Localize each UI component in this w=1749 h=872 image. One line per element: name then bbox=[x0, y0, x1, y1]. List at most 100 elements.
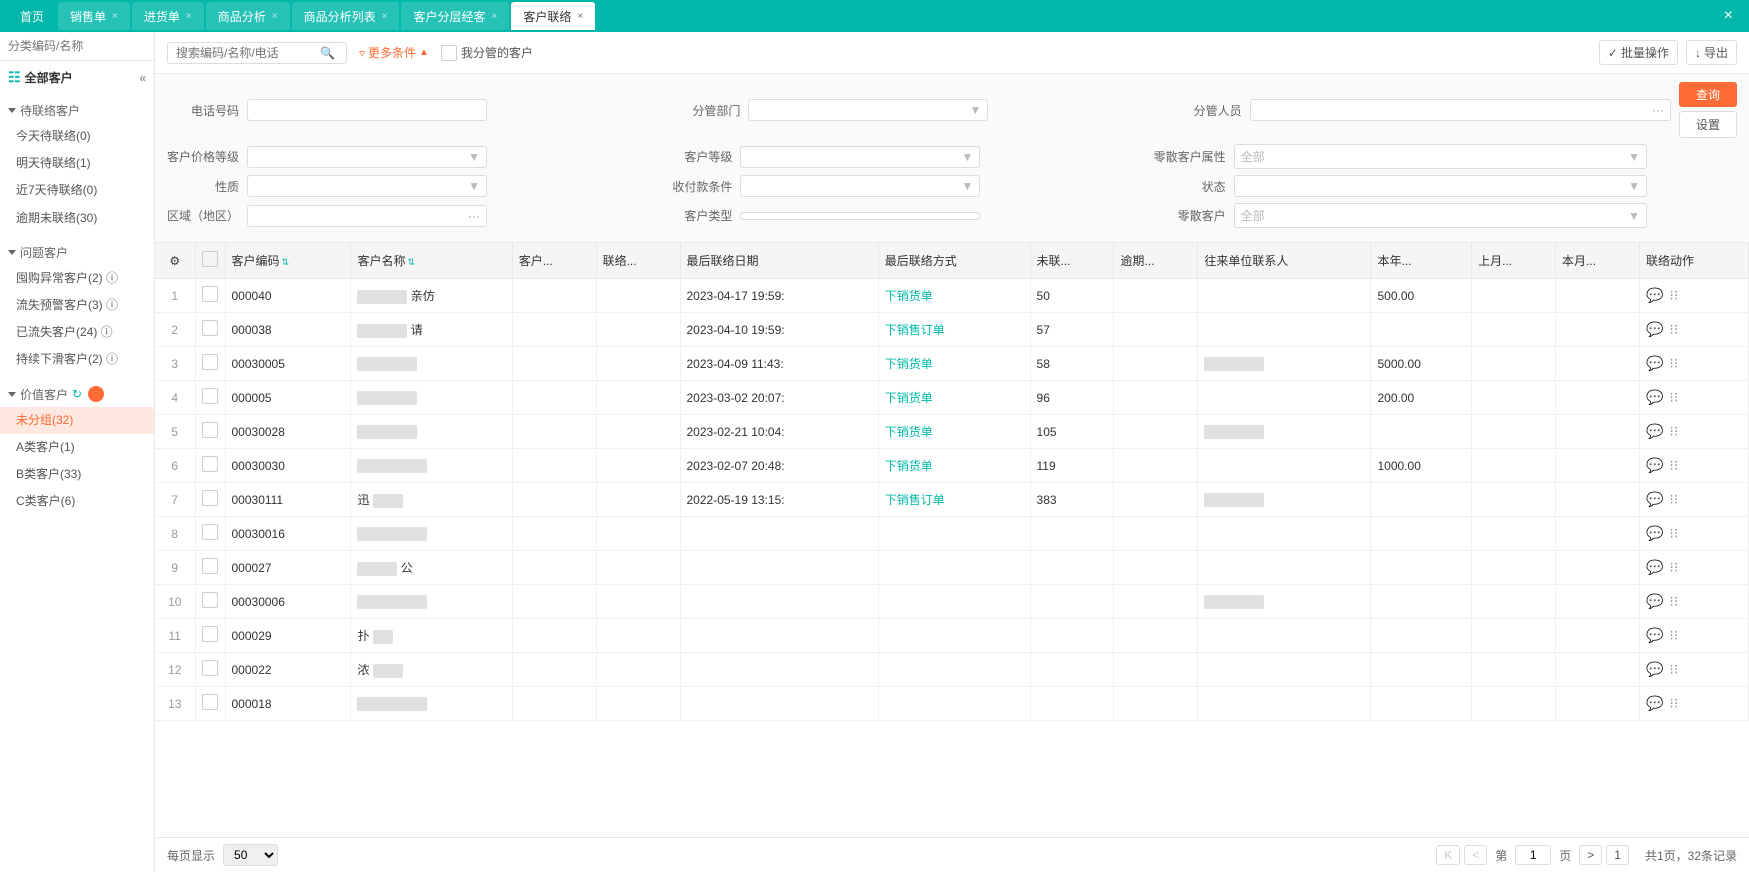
row-last-method[interactable]: 下销货单 bbox=[878, 347, 1030, 381]
sidebar-collapse-btn[interactable]: « bbox=[139, 71, 146, 85]
lastmonth-col-header[interactable]: 上月... bbox=[1472, 243, 1556, 279]
thisyear-col-header[interactable]: 本年... bbox=[1371, 243, 1472, 279]
message-icon[interactable]: 💬 bbox=[1646, 287, 1663, 304]
close-icon[interactable]: × bbox=[112, 11, 118, 22]
row-checkbox[interactable] bbox=[195, 653, 225, 687]
sidebar-section-pending-header[interactable]: 待联络客户 bbox=[0, 98, 154, 123]
grid-icon[interactable]: ⁝⁝ bbox=[1669, 491, 1678, 508]
grid-icon[interactable]: ⁝⁝ bbox=[1669, 525, 1678, 542]
overdue-col-header[interactable]: 逾期... bbox=[1114, 243, 1198, 279]
grid-icon[interactable]: ⁝⁝ bbox=[1669, 593, 1678, 610]
refresh-icon[interactable]: ↻ bbox=[72, 387, 82, 401]
last-method-link[interactable]: 下销货单 bbox=[885, 459, 933, 473]
thismonth-col-header[interactable]: 本月... bbox=[1556, 243, 1640, 279]
sidebar-all-customers[interactable]: ☷ 全部客户 « bbox=[0, 61, 154, 94]
per-page-select[interactable]: 50 100 bbox=[223, 844, 278, 866]
sidebar-item-abnormal[interactable]: 囤购异常客户(2) ⓘ bbox=[0, 265, 154, 292]
sidebar-item-ungrouped[interactable]: 未分组(32) bbox=[0, 407, 154, 434]
row-last-method[interactable] bbox=[878, 551, 1030, 585]
message-icon[interactable]: 💬 bbox=[1646, 525, 1663, 542]
message-icon[interactable]: 💬 bbox=[1646, 627, 1663, 644]
row-last-method[interactable] bbox=[878, 517, 1030, 551]
page-number-input[interactable] bbox=[1515, 845, 1551, 865]
sidebar-item-warning[interactable]: 流失预警客户(3) ⓘ bbox=[0, 292, 154, 319]
sidebar-item-declining[interactable]: 持续下滑客户(2) ⓘ bbox=[0, 346, 154, 373]
next-page-button[interactable]: > bbox=[1579, 845, 1602, 865]
message-icon[interactable]: 💬 bbox=[1646, 661, 1663, 678]
region-select[interactable]: ··· bbox=[247, 205, 487, 227]
row-last-method[interactable]: 下销货单 bbox=[878, 381, 1030, 415]
retail-select[interactable]: 全部 ▼ bbox=[1234, 203, 1647, 228]
more-conditions-button[interactable]: ▿ 更多条件 ▲ bbox=[359, 44, 429, 61]
name-col-header[interactable]: 客户名称⇅ bbox=[351, 243, 512, 279]
code-col-header[interactable]: 客户编码⇅ bbox=[225, 243, 351, 279]
last-page-button[interactable]: 1 bbox=[1606, 845, 1629, 865]
reset-button[interactable]: 设置 bbox=[1679, 111, 1737, 138]
prev-page-button[interactable]: < bbox=[1464, 845, 1487, 865]
grid-icon[interactable]: ⁝⁝ bbox=[1669, 321, 1678, 338]
message-icon[interactable]: 💬 bbox=[1646, 491, 1663, 508]
grid-icon[interactable]: ⁝⁝ bbox=[1669, 287, 1678, 304]
export-button[interactable]: ↓ 导出 bbox=[1686, 40, 1737, 65]
row-checkbox[interactable] bbox=[195, 551, 225, 585]
message-icon[interactable]: 💬 bbox=[1646, 457, 1663, 474]
checkbox-icon[interactable] bbox=[441, 45, 457, 61]
last-method-link[interactable]: 下销货单 bbox=[885, 425, 933, 439]
sidebar-section-value-header[interactable]: 价值客户 ↻ bbox=[0, 382, 154, 407]
last-method-link[interactable]: 下销售订单 bbox=[885, 493, 945, 507]
close-icon[interactable]: × bbox=[577, 11, 583, 22]
sidebar-section-problem-header[interactable]: 问题客户 bbox=[0, 240, 154, 265]
sidebar-item-a-class[interactable]: A类客户(1) bbox=[0, 434, 154, 461]
message-icon[interactable]: 💬 bbox=[1646, 695, 1663, 712]
nav-tab-sales[interactable]: 销售单 × bbox=[58, 2, 130, 30]
row-checkbox[interactable] bbox=[195, 449, 225, 483]
row-last-method[interactable]: 下销货单 bbox=[878, 415, 1030, 449]
notcontacted-col-header[interactable]: 未联... bbox=[1030, 243, 1114, 279]
nav-tab-customer-contact[interactable]: 客户联络 × bbox=[511, 2, 595, 30]
grid-icon[interactable]: ⁝⁝ bbox=[1669, 423, 1678, 440]
row-last-method[interactable] bbox=[878, 619, 1030, 653]
sidebar-item-overdue[interactable]: 逾期未联络(30) bbox=[0, 205, 154, 232]
dept-select[interactable]: ▼ bbox=[748, 99, 988, 121]
close-icon[interactable]: × bbox=[491, 11, 497, 22]
sidebar-item-today[interactable]: 今天待联络(0) bbox=[0, 123, 154, 150]
row-checkbox[interactable] bbox=[195, 347, 225, 381]
row-last-method[interactable]: 下销货单 bbox=[878, 279, 1030, 313]
message-icon[interactable]: 💬 bbox=[1646, 321, 1663, 338]
filter-search-input[interactable] bbox=[176, 46, 316, 60]
row-last-method[interactable] bbox=[878, 687, 1030, 721]
nav-home[interactable]: 首页 bbox=[8, 2, 56, 30]
last-method-link[interactable]: 下销货单 bbox=[885, 357, 933, 371]
sidebar-item-b-class[interactable]: B类客户(33) bbox=[0, 461, 154, 488]
status-select[interactable]: ▼ bbox=[1234, 175, 1647, 197]
row-last-method[interactable] bbox=[878, 585, 1030, 619]
grid-icon[interactable]: ⁝⁝ bbox=[1669, 457, 1678, 474]
sidebar-item-c-class[interactable]: C类客户(6) bbox=[0, 488, 154, 515]
row-checkbox[interactable] bbox=[195, 687, 225, 721]
filter-search-icon[interactable]: 🔍 bbox=[320, 46, 335, 60]
grid-icon[interactable]: ⁝⁝ bbox=[1669, 661, 1678, 678]
message-icon[interactable]: 💬 bbox=[1646, 423, 1663, 440]
nav-tab-analysis[interactable]: 商品分析 × bbox=[206, 2, 290, 30]
query-button[interactable]: 查询 bbox=[1679, 82, 1737, 107]
row-last-method[interactable]: 下销售订单 bbox=[878, 483, 1030, 517]
message-icon[interactable]: 💬 bbox=[1646, 559, 1663, 576]
my-customers-checkbox[interactable]: 我分管的客户 bbox=[441, 44, 533, 61]
type-col-header[interactable]: 客户... bbox=[512, 243, 596, 279]
row-checkbox[interactable] bbox=[195, 381, 225, 415]
close-icon[interactable]: × bbox=[382, 11, 388, 22]
row-checkbox[interactable] bbox=[195, 619, 225, 653]
nav-tab-customer-tier[interactable]: 客户分层经客 × bbox=[401, 2, 509, 30]
row-checkbox[interactable] bbox=[195, 585, 225, 619]
nav-tab-purchase[interactable]: 进货单 × bbox=[132, 2, 204, 30]
lastmethod-col-header[interactable]: 最后联络方式 bbox=[878, 243, 1030, 279]
phone-input[interactable] bbox=[247, 99, 487, 121]
grid-icon[interactable]: ⁝⁝ bbox=[1669, 389, 1678, 406]
last-method-link[interactable]: 下销货单 bbox=[885, 391, 933, 405]
lastdate-col-header[interactable]: 最后联络日期 bbox=[680, 243, 878, 279]
sidebar-item-7days[interactable]: 近7天待联络(0) bbox=[0, 177, 154, 204]
message-icon[interactable]: 💬 bbox=[1646, 389, 1663, 406]
row-checkbox[interactable] bbox=[195, 517, 225, 551]
price-grade-select[interactable]: ▼ bbox=[247, 146, 487, 168]
first-page-button[interactable]: K bbox=[1436, 845, 1460, 865]
